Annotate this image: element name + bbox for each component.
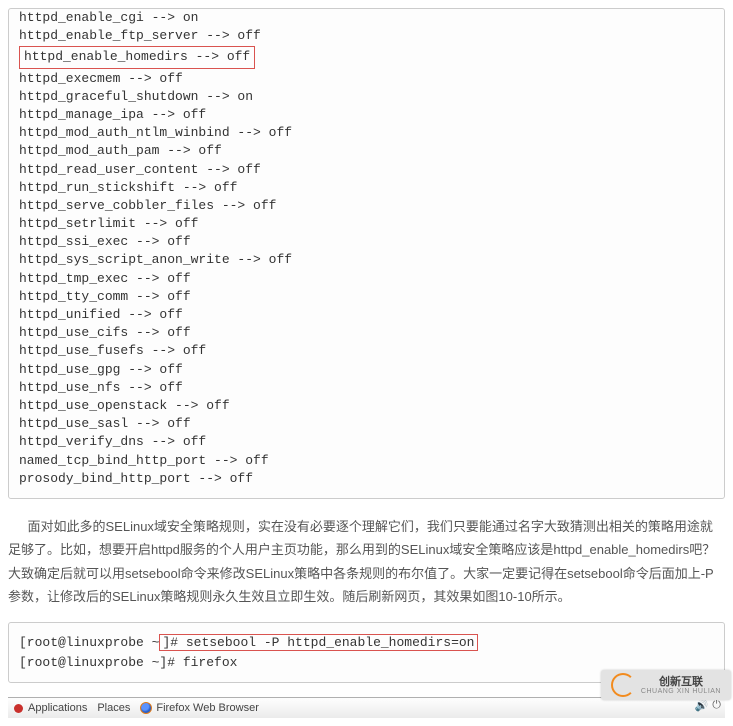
firefox-icon [140,702,152,714]
selinux-boolean-line: httpd_enable_cgi --> on [19,9,714,27]
selinux-boolean-line: httpd_serve_cobbler_files --> off [19,197,714,215]
selinux-boolean-line: httpd_graceful_shutdown --> on [19,88,714,106]
firefox-label: Firefox Web Browser [156,702,259,714]
highlighted-command: ]# setsebool -P httpd_enable_homedirs=on [159,634,477,651]
applications-icon [12,702,24,714]
selinux-boolean-line: httpd_mod_auth_ntlm_winbind --> off [19,124,714,142]
watermark-subtitle: CHUANG XIN HULIAN [641,688,721,695]
selinux-boolean-line: httpd_read_user_content --> off [19,161,714,179]
site-watermark: 创新互联 CHUANG XIN HULIAN [601,670,731,700]
selinux-boolean-line: httpd_use_fusefs --> off [19,342,714,360]
selinux-boolean-line: httpd_setrlimit --> off [19,215,714,233]
selinux-boolean-line: httpd_use_openstack --> off [19,397,714,415]
terminal-line-setsebool: [root@linuxprobe ~]# setsebool -P httpd_… [19,633,714,653]
highlighted-boolean: httpd_enable_homedirs --> off [19,46,255,68]
shell-prompt: [root@linuxprobe ~ [19,635,159,650]
selinux-boolean-line: httpd_enable_homedirs --> off [19,45,714,69]
selinux-boolean-line: httpd_sys_script_anon_write --> off [19,251,714,269]
selinux-booleans-output: httpd_enable_cgi --> onhttpd_enable_ftp_… [8,8,725,499]
volume-icon[interactable]: 🔊 [695,699,709,712]
firefox-taskbar-button[interactable]: Firefox Web Browser [140,702,259,714]
selinux-boolean-line: httpd_ssi_exec --> off [19,233,714,251]
selinux-boolean-line: httpd_tty_comm --> off [19,288,714,306]
selinux-boolean-line: httpd_unified --> off [19,306,714,324]
places-menu[interactable]: Places [97,702,130,714]
selinux-boolean-line: httpd_use_sasl --> off [19,415,714,433]
selinux-boolean-line: httpd_mod_auth_pam --> off [19,142,714,160]
explanation-paragraph: 面对如此多的SELinux域安全策略规则，实在没有必要逐个理解它们，我们只要能通… [8,515,725,609]
selinux-boolean-line: httpd_manage_ipa --> off [19,106,714,124]
selinux-boolean-line: httpd_tmp_exec --> off [19,270,714,288]
watermark-title: 创新互联 [641,676,721,688]
selinux-boolean-line: httpd_run_stickshift --> off [19,179,714,197]
desktop-taskbar: Applications Places Firefox Web Browser … [8,697,725,718]
applications-label: Applications [28,702,87,714]
power-icon[interactable]: ⏻ [712,699,721,712]
selinux-boolean-line: prosody_bind_http_port --> off [19,470,714,488]
selinux-boolean-line: httpd_execmem --> off [19,70,714,88]
watermark-icon [611,673,635,697]
places-label: Places [97,702,130,714]
selinux-boolean-line: httpd_verify_dns --> off [19,433,714,451]
selinux-boolean-line: httpd_use_cifs --> off [19,324,714,342]
selinux-boolean-line: httpd_enable_ftp_server --> off [19,27,714,45]
system-tray: 🔊 ⏻ [695,699,721,712]
applications-menu[interactable]: Applications [12,702,87,714]
selinux-boolean-line: named_tcp_bind_http_port --> off [19,452,714,470]
selinux-boolean-line: httpd_use_gpg --> off [19,361,714,379]
selinux-boolean-line: httpd_use_nfs --> off [19,379,714,397]
